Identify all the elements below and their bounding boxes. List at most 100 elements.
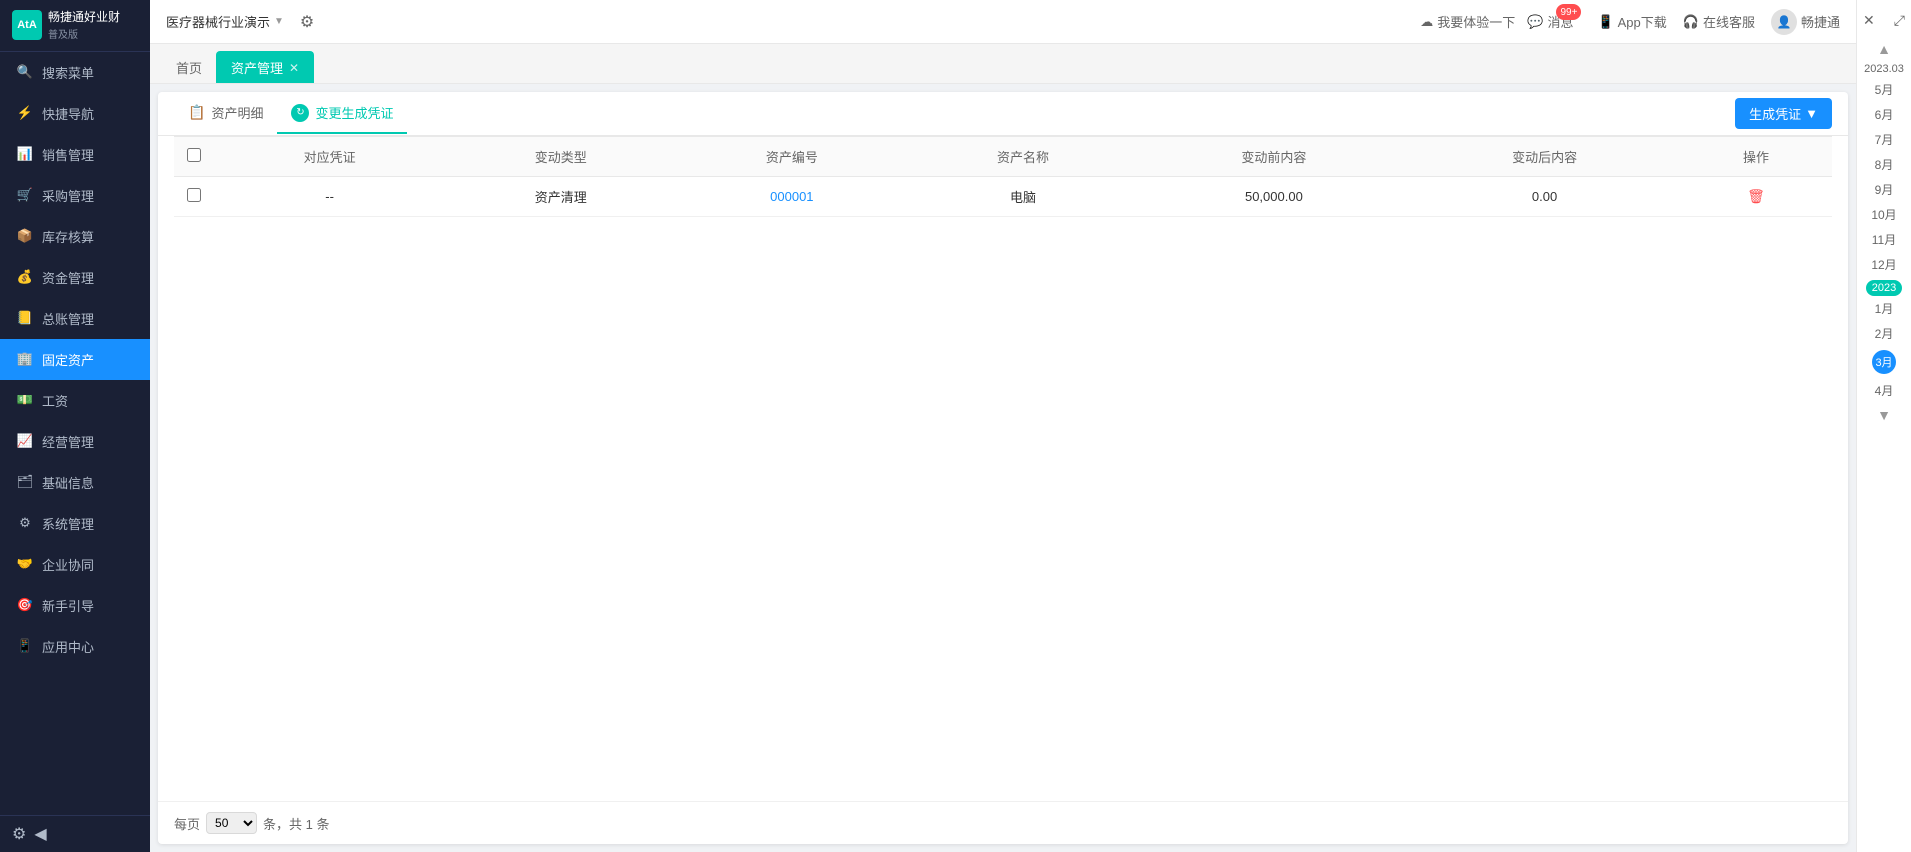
tab-assets[interactable]: 资产管理 ✕	[216, 51, 314, 83]
sidebar-item-label: 新手引导	[42, 596, 94, 615]
sidebar-item-quicknav[interactable]: ⚡ 快捷导航	[0, 93, 150, 134]
timeline-month-8[interactable]: 8月	[1857, 152, 1911, 177]
sidebar-item-label: 资金管理	[42, 268, 94, 287]
header-voucher: 对应凭证	[214, 137, 445, 177]
sidebar-menu: 🔍 搜索菜单 ⚡ 快捷导航 📊 销售管理 🛒 采购管理 📦 库存核算 💰 资金管…	[0, 52, 150, 815]
right-panel: ✕ ⤢ ▲ 2023.03 5月 6月 7月 8月 9月 10月 11月 12月…	[1856, 0, 1911, 852]
timeline-month-7[interactable]: 7月	[1857, 127, 1911, 152]
feedback-btn[interactable]: ☁ 我要体验一下	[1420, 12, 1515, 31]
table-row: -- 资产清理 000001 电脑 50,000.00 0.00 🗑	[174, 177, 1832, 217]
sidebar-item-label: 采购管理	[42, 186, 94, 205]
company-dropdown-icon: ▼	[274, 16, 284, 27]
timeline-month-10[interactable]: 10月	[1857, 202, 1911, 227]
sidebar-item-appcenter[interactable]: 📱 应用中心	[0, 626, 150, 667]
app-download-label: App下载	[1618, 12, 1667, 31]
main-area: 医疗器械行业演示 ▼ ⚙ ☁ 我要体验一下 💬 消息 99+ 📱 App下载 🎧…	[150, 0, 1856, 852]
collapse-icon[interactable]: ◀	[34, 824, 46, 844]
sidebar-item-collab[interactable]: 🤝 企业协同	[0, 544, 150, 585]
row-action: 🗑	[1680, 177, 1832, 217]
tab-close-icon[interactable]: ✕	[289, 61, 299, 75]
inner-tabs-row: 📋 资产明细 ↻ 变更生成凭证 生成凭证 ▼	[158, 92, 1848, 136]
timeline-month-4[interactable]: 4月	[1857, 378, 1911, 403]
sidebar-item-ledger[interactable]: 📒 总账管理	[0, 298, 150, 339]
sidebar-item-label: 应用中心	[42, 637, 94, 656]
timeline-month-12[interactable]: 12月	[1857, 252, 1911, 277]
guide-icon: 🎯	[16, 596, 34, 614]
company-selector[interactable]: 医疗器械行业演示 ▼	[166, 12, 284, 31]
sidebar-item-search[interactable]: 🔍 搜索菜单	[0, 52, 150, 93]
payroll-icon: 💵	[16, 391, 34, 409]
user-btn[interactable]: 👤 畅捷通	[1771, 9, 1840, 35]
timeline-month-1[interactable]: 1月	[1857, 296, 1911, 321]
sidebar-item-sales[interactable]: 📊 销售管理	[0, 134, 150, 175]
right-panel-close-icon[interactable]: ✕	[1863, 12, 1875, 29]
asset-table: 对应凭证 变动类型 资产编号 资产名称 变动前内容 变动后内容 操作 -- 资产…	[174, 136, 1832, 217]
timeline-down-btn[interactable]: ▼	[1873, 403, 1895, 427]
timeline-up-btn[interactable]: ▲	[1873, 37, 1895, 61]
assets-icon: 🏢	[16, 350, 34, 368]
timeline: ▲ 2023.03 5月 6月 7月 8月 9月 10月 11月 12月 202…	[1857, 33, 1911, 431]
appcenter-icon: 📱	[16, 637, 34, 655]
app-logo: AtA 畅捷通好业财 普及版	[0, 0, 150, 52]
timeline-month-11[interactable]: 11月	[1857, 227, 1911, 252]
select-all-checkbox[interactable]	[187, 148, 201, 162]
operation-icon: 📈	[16, 432, 34, 450]
topbar-gear-icon[interactable]: ⚙	[300, 12, 314, 32]
message-btn[interactable]: 💬 消息 99+	[1527, 12, 1573, 31]
timeline-month-9[interactable]: 9月	[1857, 177, 1911, 202]
sidebar-item-label: 销售管理	[42, 145, 94, 164]
tab-home[interactable]: 首页	[166, 52, 212, 83]
app-edition: 普及版	[48, 26, 120, 41]
settings-icon[interactable]: ⚙	[12, 824, 26, 844]
row-checkbox[interactable]	[187, 188, 201, 202]
sidebar-item-funds[interactable]: 💰 资金管理	[0, 257, 150, 298]
sidebar-item-label: 搜索菜单	[42, 63, 94, 82]
user-name: 畅捷通	[1801, 12, 1840, 31]
header-asset-name: 资产名称	[907, 137, 1138, 177]
generate-voucher-btn[interactable]: 生成凭证 ▼	[1735, 98, 1832, 129]
sidebar-item-purchase[interactable]: 🛒 采购管理	[0, 175, 150, 216]
header-after: 变动后内容	[1409, 137, 1680, 177]
feedback-icon: ☁	[1420, 14, 1433, 30]
logo-icon: AtA	[12, 10, 42, 40]
toolbar-right: 生成凭证 ▼	[1719, 92, 1848, 135]
sidebar-footer: ⚙ ◀	[0, 815, 150, 852]
dropdown-arrow-icon: ▼	[1805, 106, 1818, 121]
tab-asset-detail[interactable]: 📋 资产明细	[174, 93, 277, 134]
header-asset-code: 资产编号	[676, 137, 907, 177]
right-panel-expand-icon[interactable]: ⤢	[1894, 12, 1905, 29]
sidebar-item-inventory[interactable]: 📦 库存核算	[0, 216, 150, 257]
online-service-label: 在线客服	[1703, 12, 1755, 31]
table-body: -- 资产清理 000001 电脑 50,000.00 0.00 🗑	[174, 177, 1832, 217]
sidebar-item-operation[interactable]: 📈 经营管理	[0, 421, 150, 462]
topbar: 医疗器械行业演示 ▼ ⚙ ☁ 我要体验一下 💬 消息 99+ 📱 App下载 🎧…	[150, 0, 1856, 44]
search-icon: 🔍	[16, 63, 34, 81]
ledger-icon: 📒	[16, 309, 34, 327]
app-download-btn[interactable]: 📱 App下载	[1597, 12, 1666, 31]
row-voucher: --	[214, 177, 445, 217]
sidebar-item-basic[interactable]: 🗂 基础信息	[0, 462, 150, 503]
row-after: 0.00	[1409, 177, 1680, 217]
sidebar-item-guide[interactable]: 🎯 新手引导	[0, 585, 150, 626]
timeline-month-5[interactable]: 5月	[1857, 77, 1911, 102]
timeline-month-2[interactable]: 2月	[1857, 321, 1911, 346]
purchase-icon: 🛒	[16, 186, 34, 204]
row-asset-code: 000001	[676, 177, 907, 217]
tab-change-voucher[interactable]: ↻ 变更生成凭证	[277, 93, 407, 134]
system-icon: ⚙	[16, 514, 34, 532]
sidebar-item-payroll[interactable]: 💵 工资	[0, 380, 150, 421]
delete-icon[interactable]: 🗑	[1747, 188, 1765, 204]
timeline-month-3[interactable]: 3月	[1857, 346, 1911, 378]
online-service-btn[interactable]: 🎧 在线客服	[1683, 12, 1755, 31]
timeline-month-6[interactable]: 6月	[1857, 102, 1911, 127]
quicknav-icon: ⚡	[16, 104, 34, 122]
sidebar-item-assets[interactable]: 🏢 固定资产	[0, 339, 150, 380]
pagination: 每页 50 10 20 100 条，共 1 条	[158, 801, 1848, 844]
sidebar-item-label: 企业协同	[42, 555, 94, 574]
header-change-type: 变动类型	[445, 137, 676, 177]
sidebar-item-label: 总账管理	[42, 309, 94, 328]
sidebar-item-system[interactable]: ⚙ 系统管理	[0, 503, 150, 544]
topbar-actions: 💬 消息 99+ 📱 App下载 🎧 在线客服 👤 畅捷通	[1527, 9, 1840, 35]
asset-detail-icon: 📋	[188, 104, 205, 121]
per-page-select[interactable]: 50 10 20 100	[206, 812, 257, 834]
